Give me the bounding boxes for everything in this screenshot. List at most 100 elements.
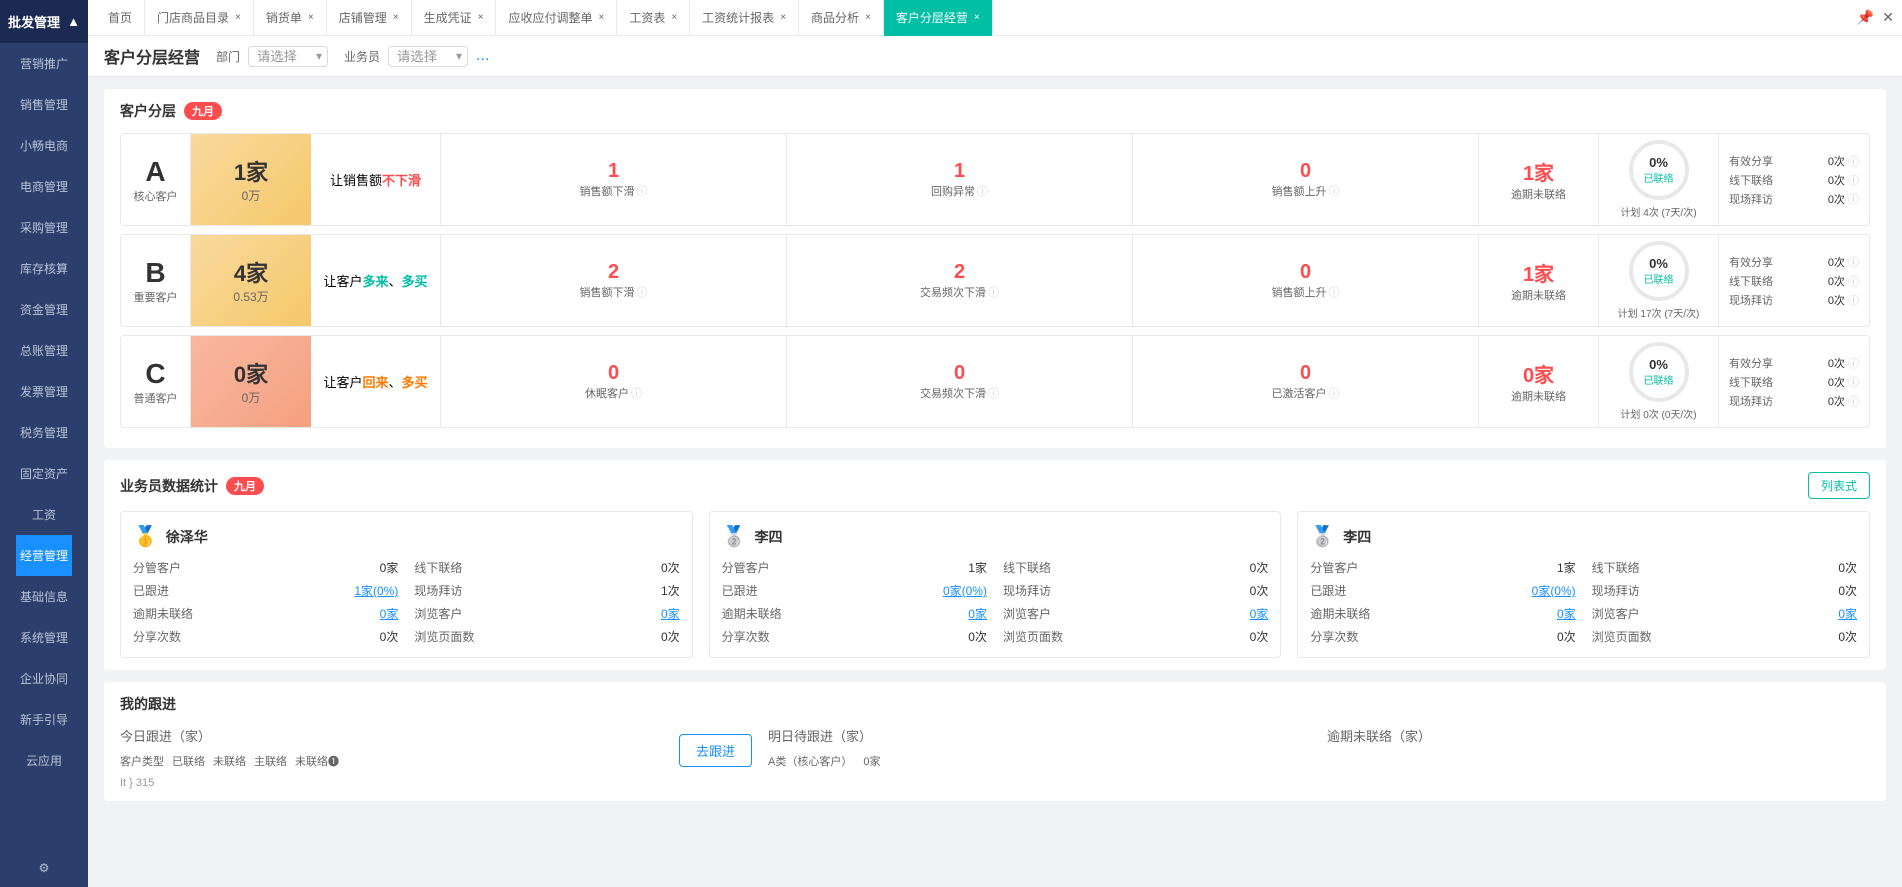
tier-stat-item[interactable]: 1销售额下滑 ⓘ <box>441 134 787 225</box>
staff-stat-row: 浏览客户0家 <box>1003 605 1268 622</box>
tier-stat-item[interactable]: 0销售额上升 ⓘ <box>1133 235 1478 326</box>
staff-stat-row: 已跟进0家(0%) <box>722 582 987 599</box>
staff-stat-row: 分享次数0次 <box>722 628 987 645</box>
sidebar-header[interactable]: 批发管理 ▲ <box>0 0 88 43</box>
overdue-label: 逾期未联络（家） <box>1327 726 1870 745</box>
tier-count-B[interactable]: 4家0.53万 <box>191 235 311 326</box>
staff-stat-row: 分享次数0次 <box>1310 628 1575 645</box>
tab-close-门店商品目录[interactable]: × <box>235 12 241 23</box>
sidebar-item-云应用[interactable]: 云应用 <box>16 740 72 781</box>
not-contacted-label: 未联络 <box>213 753 246 769</box>
tier-contact-A[interactable]: 1家逾期未联络 <box>1479 134 1599 225</box>
tomorrow-followup-col: 明日待跟进（家） A类（核心客户） 0家 <box>768 726 1311 769</box>
tab-应收应付调整单[interactable]: 应收应付调整单× <box>496 0 617 36</box>
tier-stat-item[interactable]: 0休眠客户 ⓘ <box>441 336 787 427</box>
overdue-col: 逾期未联络（家） <box>1327 726 1870 753</box>
tab-close-商品分析[interactable]: × <box>865 12 871 23</box>
tier-stat-item[interactable]: 0销售额上升 ⓘ <box>1133 134 1478 225</box>
sidebar-item-电商管理[interactable]: 电商管理 <box>16 166 72 207</box>
tier-contact-C[interactable]: 0家逾期未联络 <box>1479 336 1599 427</box>
sidebar-item-发票管理[interactable]: 发票管理 <box>16 371 72 412</box>
staff-stat-row: 已跟进1家(0%) <box>133 582 398 599</box>
tab-close-工资统计报表[interactable]: × <box>780 12 786 23</box>
sidebar-footer-settings[interactable]: ⚙ <box>0 849 88 887</box>
tab-首页[interactable]: 首页 <box>96 0 145 36</box>
sidebar-item-采购管理[interactable]: 采购管理 <box>16 207 72 248</box>
sidebar-item-资金管理[interactable]: 资金管理 <box>16 289 72 330</box>
tier-stat-item[interactable]: 1回购异常 ⓘ <box>787 134 1133 225</box>
tier-stat-item[interactable]: 0已激活客户 ⓘ <box>1133 336 1478 427</box>
list-style-button[interactable]: 列表式 <box>1808 472 1870 499</box>
customer-month-badge: 九月 <box>184 102 222 120</box>
sidebar-item-小畅电商[interactable]: 小畅电商 <box>16 125 72 166</box>
sidebar-item-销售管理[interactable]: 销售管理 <box>16 84 72 125</box>
sidebar-item-总账管理[interactable]: 总账管理 <box>16 330 72 371</box>
staff-name-row: 🥇徐泽华 <box>133 524 680 549</box>
tab-close-工资表[interactable]: × <box>671 12 677 23</box>
dept-select[interactable]: 请选择 <box>248 46 328 67</box>
goto-followup-button[interactable]: 去跟进 <box>679 734 752 767</box>
tier-count-A[interactable]: 1家0万 <box>191 134 311 225</box>
tab-close-店铺管理[interactable]: × <box>393 12 399 23</box>
tab-pin-icon[interactable]: 📌 <box>1857 9 1874 26</box>
sidebar-item-新手引导[interactable]: 新手引导 <box>16 699 72 740</box>
staff-card-1: 🥈李四分管客户1家线下联络0次已跟进0家(0%)现场拜访0次逾期未联络0家浏览客… <box>709 511 1282 658</box>
tab-工资表[interactable]: 工资表× <box>617 0 690 36</box>
tier-right-row: 线下联络0次 ⓘ <box>1729 172 1859 188</box>
tab-close-销货单[interactable]: × <box>308 12 314 23</box>
tab-销货单[interactable]: 销货单× <box>254 0 327 36</box>
tab-商品分析[interactable]: 商品分析× <box>799 0 884 36</box>
tier-action-A: 让销售额不下滑 <box>311 134 441 225</box>
tab-close-生成凭证[interactable]: × <box>478 12 484 23</box>
sidebar-item-经营管理[interactable]: 经营管理 <box>16 535 72 576</box>
tab-工资统计报表[interactable]: 工资统计报表× <box>690 0 799 36</box>
tier-right-C: 有效分享0次 ⓘ线下联络0次 ⓘ现场拜访0次 ⓘ <box>1719 336 1869 427</box>
circle-progress: 0% 已联络 <box>1629 140 1689 200</box>
sidebar-item-库存核算[interactable]: 库存核算 <box>16 248 72 289</box>
staff-stat-row: 浏览页面数0次 <box>1592 628 1857 645</box>
sidebar-item-企业协同[interactable]: 企业协同 <box>16 658 72 699</box>
tabs-bar: 首页门店商品目录×销货单×店铺管理×生成凭证×应收应付调整单×工资表×工资统计报… <box>88 0 1902 36</box>
staff-month-badge: 九月 <box>226 477 264 495</box>
sidebar-collapse-icon[interactable]: ▲ <box>67 14 80 29</box>
tab-close-all-icon[interactable]: ✕ <box>1882 9 1894 26</box>
tier-stat-item[interactable]: 2销售额下滑 ⓘ <box>441 235 787 326</box>
sidebar-item-工资[interactable]: 工资 <box>16 494 72 535</box>
tier-contact-B[interactable]: 1家逾期未联络 <box>1479 235 1599 326</box>
staff-card-2: 🥈李四分管客户1家线下联络0次已跟进0家(0%)现场拜访0次逾期未联络0家浏览客… <box>1297 511 1870 658</box>
staff-stats-grid: 分管客户1家线下联络0次已跟进0家(0%)现场拜访0次逾期未联络0家浏览客户0家… <box>722 559 1269 645</box>
tier-stat-item[interactable]: 2交易频次下滑 ⓘ <box>787 235 1133 326</box>
dept-filter: 部门 请选择 <box>216 46 328 67</box>
staff-title: 业务员数据统计 九月 <box>120 476 264 496</box>
tier-stat-item[interactable]: 0交易频次下滑 ⓘ <box>787 336 1133 427</box>
staff-select[interactable]: 请选择 <box>388 46 468 67</box>
dept-select-wrapper: 请选择 <box>248 46 328 67</box>
staff-stat-row: 逾期未联络0家 <box>722 605 987 622</box>
tab-门店商品目录[interactable]: 门店商品目录× <box>145 0 254 36</box>
page-title: 客户分层经营 <box>104 44 200 68</box>
staff-stat-row: 现场拜访0次 <box>1003 582 1268 599</box>
sidebar-item-基础信息[interactable]: 基础信息 <box>16 576 72 617</box>
tab-close-应收应付调整单[interactable]: × <box>598 12 604 23</box>
sidebar-item-系统管理[interactable]: 系统管理 <box>16 617 72 658</box>
staff-header: 业务员数据统计 九月 列表式 <box>120 472 1870 499</box>
sidebar-item-固定资产[interactable]: 固定资产 <box>16 453 72 494</box>
followup-grid: 今日跟进（家） 客户类型 已联络 未联络 主联络 未联络❶ 去跟进 明日待跟进（… <box>120 726 1870 769</box>
tab-客户分层经营[interactable]: 客户分层经营× <box>884 0 993 36</box>
sidebar-item-营销推广[interactable]: 营销推广 <box>16 43 72 84</box>
tab-close-客户分层经营[interactable]: × <box>974 12 980 23</box>
followup-title: 我的跟进 <box>120 694 1870 714</box>
circle-progress: 0% 已联络 <box>1629 342 1689 402</box>
tab-生成凭证[interactable]: 生成凭证× <box>412 0 497 36</box>
tier-right-row: 线下联络0次 ⓘ <box>1729 273 1859 289</box>
staff-stat-row: 浏览客户0家 <box>414 605 679 622</box>
sidebar-item-税务管理[interactable]: 税务管理 <box>16 412 72 453</box>
sidebar: 批发管理 ▲ 营销推广销售管理小畅电商电商管理采购管理库存核算资金管理总账管理发… <box>0 0 88 887</box>
staff-stat-row: 分管客户1家 <box>1310 559 1575 576</box>
staff-stat-row: 分管客户1家 <box>722 559 987 576</box>
more-filters-btn[interactable]: ... <box>476 47 489 65</box>
tab-店铺管理[interactable]: 店铺管理× <box>327 0 412 36</box>
tomorrow-followup-label: 明日待跟进（家） <box>768 726 1311 745</box>
tier-a-label: A类（核心客户） <box>768 756 852 768</box>
tier-count-C[interactable]: 0家0万 <box>191 336 311 427</box>
